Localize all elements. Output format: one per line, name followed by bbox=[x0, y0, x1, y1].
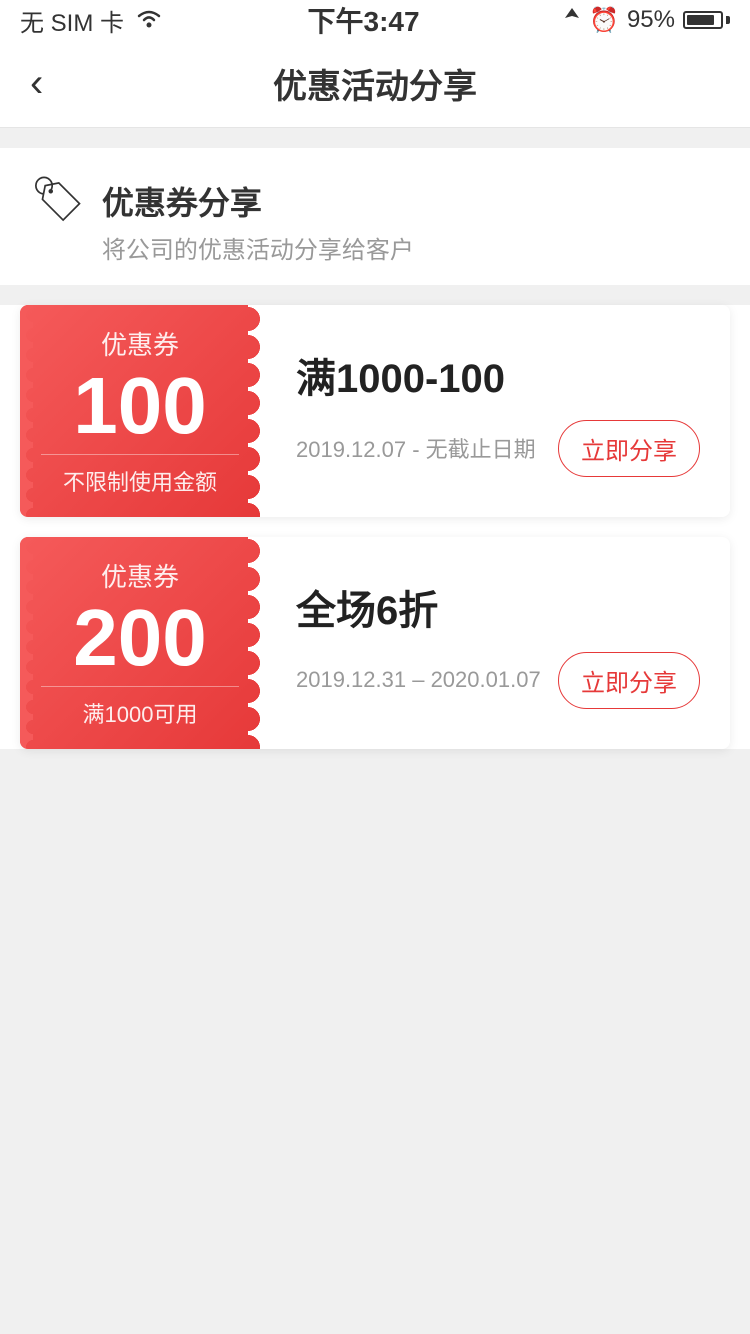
coupon-label-2: 优惠券 bbox=[101, 557, 179, 594]
coupons-list: 优惠券 100 不限制使用金额 满1000-100 2019.12.07 - 无… bbox=[0, 305, 750, 749]
battery-percent: 95% bbox=[627, 6, 675, 34]
status-left: 无 SIM 卡 bbox=[20, 3, 164, 38]
coupon-amount-2: 200 bbox=[73, 598, 206, 678]
coupon-label-1: 优惠券 bbox=[101, 325, 179, 362]
share-button-2[interactable]: 立即分享 bbox=[558, 652, 700, 709]
coupon-bottom-1: 2019.12.07 - 无截止日期 立即分享 bbox=[296, 420, 700, 477]
section-title: 优惠券分享 bbox=[102, 178, 414, 224]
coupon-left-2: 优惠券 200 满1000可用 bbox=[20, 537, 260, 749]
coupon-section-icon: 🏷 bbox=[30, 178, 86, 222]
status-right: ⏰ 95% bbox=[563, 6, 730, 35]
nav-bar: ‹ 优惠活动分享 bbox=[0, 40, 750, 128]
sim-label: 无 SIM 卡 bbox=[20, 3, 124, 38]
coupon-right-1: 满1000-100 2019.12.07 - 无截止日期 立即分享 bbox=[260, 305, 730, 517]
status-time: 下午3:47 bbox=[308, 0, 420, 40]
coupon-name-1: 满1000-100 bbox=[296, 346, 700, 404]
section-subtitle: 将公司的优惠活动分享给客户 bbox=[102, 230, 414, 265]
bottom-empty-area bbox=[0, 769, 750, 1269]
coupon-left-1: 优惠券 100 不限制使用金额 bbox=[20, 305, 260, 517]
section-text: 优惠券分享 将公司的优惠活动分享给客户 bbox=[102, 178, 414, 265]
coupon-card-2: 优惠券 200 满1000可用 全场6折 2019.12.31 – 2020.0… bbox=[20, 537, 730, 749]
coupon-card-1: 优惠券 100 不限制使用金额 满1000-100 2019.12.07 - 无… bbox=[20, 305, 730, 517]
status-bar: 无 SIM 卡 下午3:47 ⏰ 95% bbox=[0, 0, 750, 40]
coupon-date-2: 2019.12.31 – 2020.01.07 bbox=[296, 667, 541, 693]
page-title: 优惠活动分享 bbox=[273, 59, 477, 108]
coupon-amount-1: 100 bbox=[73, 366, 206, 446]
coupon-condition-1: 不限制使用金额 bbox=[41, 454, 239, 497]
coupon-right-2: 全场6折 2019.12.31 – 2020.01.07 立即分享 bbox=[260, 537, 730, 749]
section-header: 🏷 优惠券分享 将公司的优惠活动分享给客户 bbox=[0, 148, 750, 285]
location-icon bbox=[563, 6, 581, 35]
coupon-date-1: 2019.12.07 - 无截止日期 bbox=[296, 432, 536, 464]
wifi-icon bbox=[134, 6, 164, 35]
back-button[interactable]: ‹ bbox=[30, 61, 43, 106]
coupon-condition-2: 满1000可用 bbox=[41, 686, 239, 729]
alarm-icon: ⏰ bbox=[589, 6, 619, 35]
battery-icon bbox=[683, 11, 730, 29]
coupon-bottom-2: 2019.12.31 – 2020.01.07 立即分享 bbox=[296, 652, 700, 709]
share-button-1[interactable]: 立即分享 bbox=[558, 420, 700, 477]
coupon-name-2: 全场6折 bbox=[296, 578, 700, 636]
